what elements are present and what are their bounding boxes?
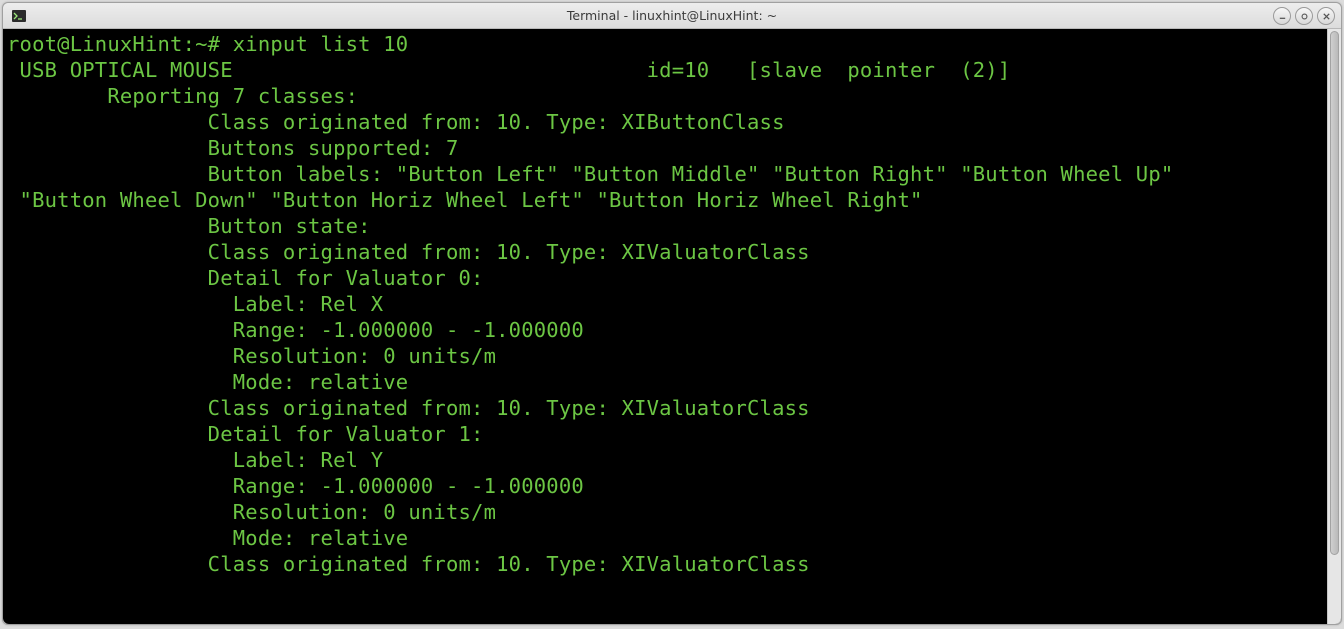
close-icon	[1322, 12, 1331, 21]
close-button[interactable]	[1317, 7, 1335, 25]
maximize-button[interactable]	[1295, 7, 1313, 25]
scrollbar-thumb[interactable]	[1330, 31, 1339, 555]
window-titlebar[interactable]: Terminal - linuxhint@LinuxHint: ~	[3, 3, 1341, 29]
window-controls	[1273, 7, 1335, 25]
terminal-icon	[11, 8, 27, 24]
terminal-body[interactable]: root@LinuxHint:~# xinput list 10 USB OPT…	[3, 29, 1341, 624]
minimize-button[interactable]	[1273, 7, 1291, 25]
maximize-icon	[1300, 12, 1309, 21]
terminal-output: root@LinuxHint:~# xinput list 10 USB OPT…	[3, 29, 1341, 579]
terminal-window: Terminal - linuxhint@LinuxHint: ~ root@L…	[2, 2, 1342, 625]
window-title: Terminal - linuxhint@LinuxHint: ~	[567, 8, 777, 23]
vertical-scrollbar[interactable]	[1327, 29, 1341, 624]
minimize-icon	[1278, 12, 1287, 21]
